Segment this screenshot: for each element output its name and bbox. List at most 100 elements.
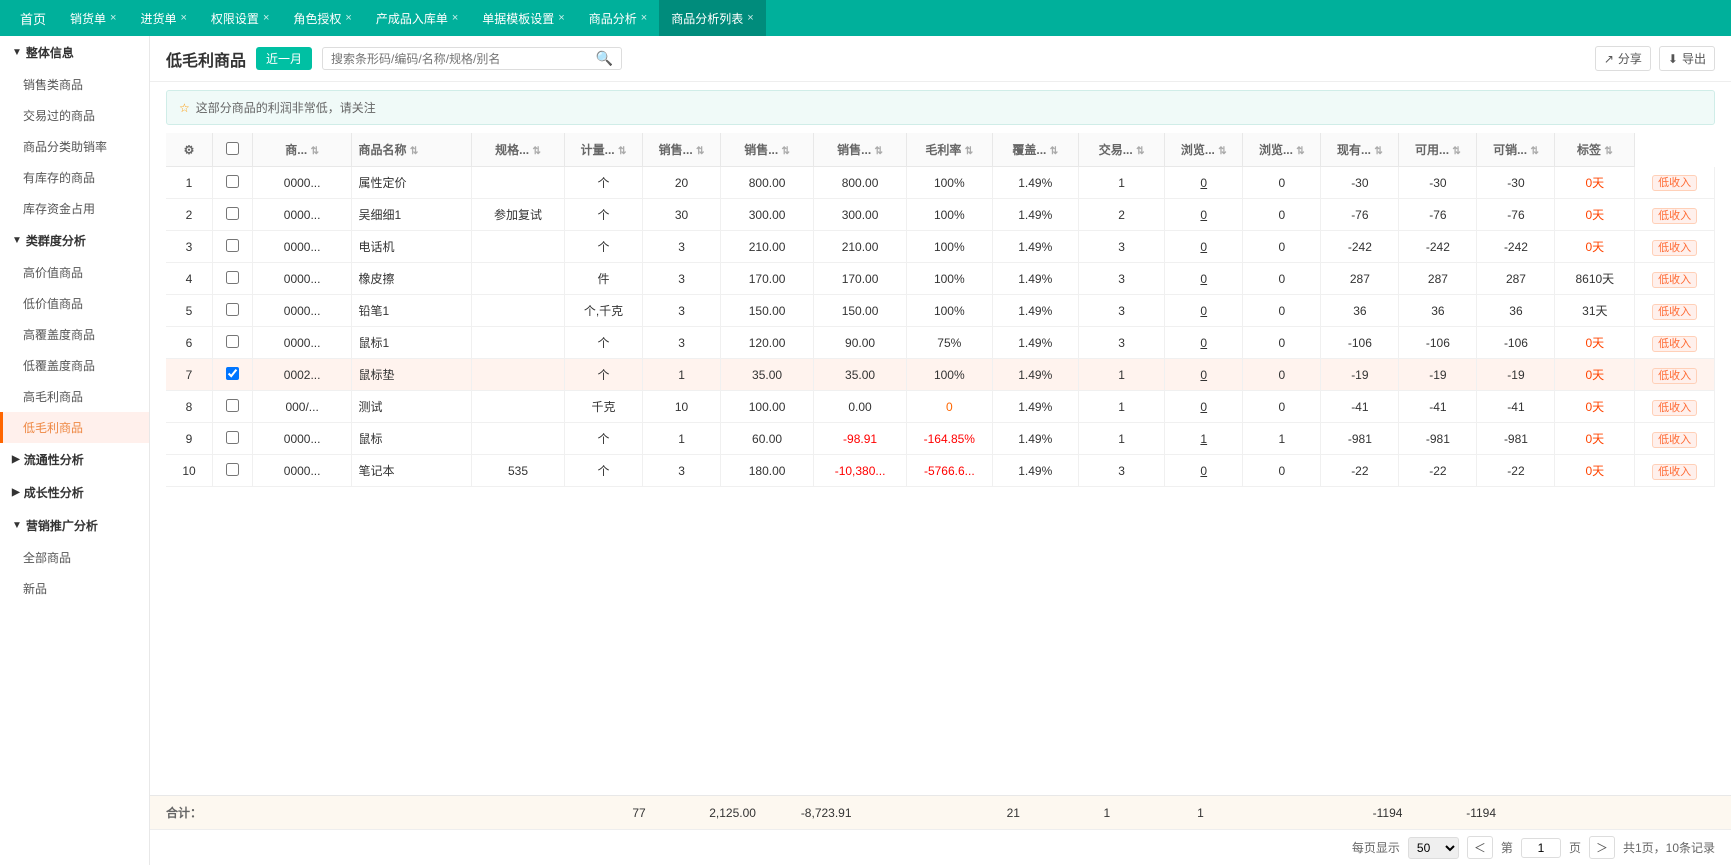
filter-recent-btn[interactable]: 近一月 [256, 47, 312, 70]
nav-role-auth[interactable]: 角色授权 × [281, 0, 363, 36]
sidebar-group-growth[interactable]: ▶ 成长性分析 [0, 476, 149, 509]
nav-close-icon[interactable]: × [110, 12, 116, 24]
nav-permission[interactable]: 权限设置 × [199, 0, 281, 36]
page-input[interactable] [1521, 838, 1561, 858]
row-trade[interactable]: 0 [1165, 391, 1243, 423]
sidebar-item-new-products[interactable]: 新品 [0, 573, 149, 604]
th-rate1[interactable]: 毛利率 ⇅ [907, 133, 993, 167]
sidebar-item-traded-products[interactable]: 交易过的商品 [0, 100, 149, 131]
row-checkbox[interactable] [212, 327, 252, 359]
th-tag[interactable]: 标签 ⇅ [1555, 133, 1635, 167]
row-rate2: 1.49% [992, 359, 1078, 391]
row-checkbox[interactable] [212, 455, 252, 487]
row-checkbox[interactable] [212, 359, 252, 391]
nav-sales-order[interactable]: 销货单 × [58, 0, 128, 36]
per-page-select[interactable]: 50 100 200 [1408, 837, 1459, 859]
sidebar-item-low-coverage[interactable]: 低覆盖度商品 [0, 350, 149, 381]
data-table-wrapper[interactable]: ⚙ 商... ⇅ 商品名称 ⇅ 规格... ⇅ [150, 133, 1731, 795]
sidebar-item-low-margin[interactable]: 低毛利商品 [0, 412, 149, 443]
th-trade[interactable]: 交易... ⇅ [1078, 133, 1164, 167]
sidebar-item-all-products[interactable]: 全部商品 [0, 542, 149, 573]
search-bar[interactable]: 🔍 [322, 47, 622, 70]
row-trade[interactable]: 0 [1165, 455, 1243, 487]
row-spec: 535 [472, 455, 565, 487]
nav-template-settings[interactable]: 单据模板设置 × [470, 0, 576, 36]
share-button[interactable]: ↗ 分享 [1595, 46, 1651, 71]
sidebar-item-low-value[interactable]: 低价值商品 [0, 288, 149, 319]
row-trade[interactable]: 0 [1165, 263, 1243, 295]
nav-home[interactable]: 首页 [8, 0, 58, 36]
sidebar-item-high-margin[interactable]: 高毛利商品 [0, 381, 149, 412]
th-view2[interactable]: 浏览... ⇅ [1243, 133, 1321, 167]
row-trade[interactable]: 0 [1165, 167, 1243, 199]
sidebar-item-high-value[interactable]: 高价值商品 [0, 257, 149, 288]
nav-close-icon[interactable]: × [641, 12, 647, 24]
th-spec[interactable]: 规格... ⇅ [472, 133, 565, 167]
nav-purchase-order[interactable]: 进货单 × [128, 0, 198, 36]
select-all-checkbox[interactable] [226, 142, 239, 155]
sort-icon: ⇅ [1050, 146, 1058, 157]
nav-close-icon[interactable]: × [747, 12, 753, 24]
th-cover[interactable]: 覆盖... ⇅ [992, 133, 1078, 167]
th-view1[interactable]: 浏览... ⇅ [1165, 133, 1243, 167]
th-stock[interactable]: 现有... ⇅ [1321, 133, 1399, 167]
th-checkbox[interactable] [212, 133, 252, 167]
nav-product-analysis[interactable]: 商品分析 × [577, 0, 659, 36]
footer-stock: -1194 [1341, 806, 1435, 820]
row-unit: 个 [564, 327, 642, 359]
row-rate1: 100% [907, 167, 993, 199]
nav-close-icon[interactable]: × [345, 12, 351, 24]
footer-empty8 [1621, 806, 1715, 820]
row-trade[interactable]: 0 [1165, 327, 1243, 359]
footer-price1: 2,125.00 [686, 806, 780, 820]
row-trade[interactable]: 0 [1165, 295, 1243, 327]
sidebar-item-sales-products[interactable]: 销售类商品 [0, 69, 149, 100]
export-button[interactable]: ⬇ 导出 [1659, 46, 1715, 71]
th-name[interactable]: 商品名称 ⇅ [352, 133, 472, 167]
sidebar-group-marketing[interactable]: ▼ 营销推广分析 [0, 509, 149, 542]
nav-close-icon[interactable]: × [263, 12, 269, 24]
row-trade[interactable]: 0 [1165, 231, 1243, 263]
row-rate2: 1.49% [992, 167, 1078, 199]
prev-page-btn[interactable]: ＜ [1467, 836, 1493, 859]
row-price1: 35.00 [721, 359, 814, 391]
row-checkbox[interactable] [212, 263, 252, 295]
th-sale[interactable]: 可销... ⇅ [1477, 133, 1555, 167]
th-qty[interactable]: 销售... ⇅ [643, 133, 721, 167]
th-price2[interactable]: 销售... ⇅ [814, 133, 907, 167]
nav-product-inbound[interactable]: 产成品入库单 × [364, 0, 470, 36]
sidebar-group-cluster[interactable]: ▼ 类群度分析 [0, 224, 149, 257]
th-price1[interactable]: 销售... ⇅ [721, 133, 814, 167]
sidebar-group-overall[interactable]: ▼ 整体信息 [0, 36, 149, 69]
row-checkbox[interactable] [212, 423, 252, 455]
row-checkbox[interactable] [212, 391, 252, 423]
row-code: 0000... [252, 327, 352, 359]
sidebar-item-high-coverage[interactable]: 高覆盖度商品 [0, 319, 149, 350]
row-checkbox[interactable] [212, 199, 252, 231]
sidebar-group-liquidity[interactable]: ▶ 流通性分析 [0, 443, 149, 476]
row-checkbox[interactable] [212, 231, 252, 263]
sidebar-item-category-rate[interactable]: 商品分类助销率 [0, 131, 149, 162]
row-tag: 低收入 [1635, 263, 1715, 295]
row-trade[interactable]: 0 [1165, 359, 1243, 391]
th-avail[interactable]: 可用... ⇅ [1399, 133, 1477, 167]
next-page-btn[interactable]: ＞ [1589, 836, 1615, 859]
nav-close-icon[interactable]: × [452, 12, 458, 24]
th-code[interactable]: 商... ⇅ [252, 133, 352, 167]
sort-icon: ⇅ [618, 146, 626, 157]
search-input[interactable] [331, 52, 596, 66]
sidebar-item-stock-capital[interactable]: 库存资金占用 [0, 193, 149, 224]
row-trade[interactable]: 0 [1165, 199, 1243, 231]
th-unit[interactable]: 计量... ⇅ [564, 133, 642, 167]
sort-icon: ⇅ [1218, 146, 1226, 157]
th-settings[interactable]: ⚙ [166, 133, 212, 167]
row-code: 0000... [252, 295, 352, 327]
nav-product-analysis-list[interactable]: 商品分析列表 × [659, 0, 765, 36]
row-checkbox[interactable] [212, 295, 252, 327]
sidebar-item-in-stock[interactable]: 有库存的商品 [0, 162, 149, 193]
nav-close-icon[interactable]: × [558, 12, 564, 24]
row-trade[interactable]: 1 [1165, 423, 1243, 455]
row-checkbox[interactable] [212, 167, 252, 199]
nav-close-icon[interactable]: × [180, 12, 186, 24]
row-view2: 287 [1321, 263, 1399, 295]
